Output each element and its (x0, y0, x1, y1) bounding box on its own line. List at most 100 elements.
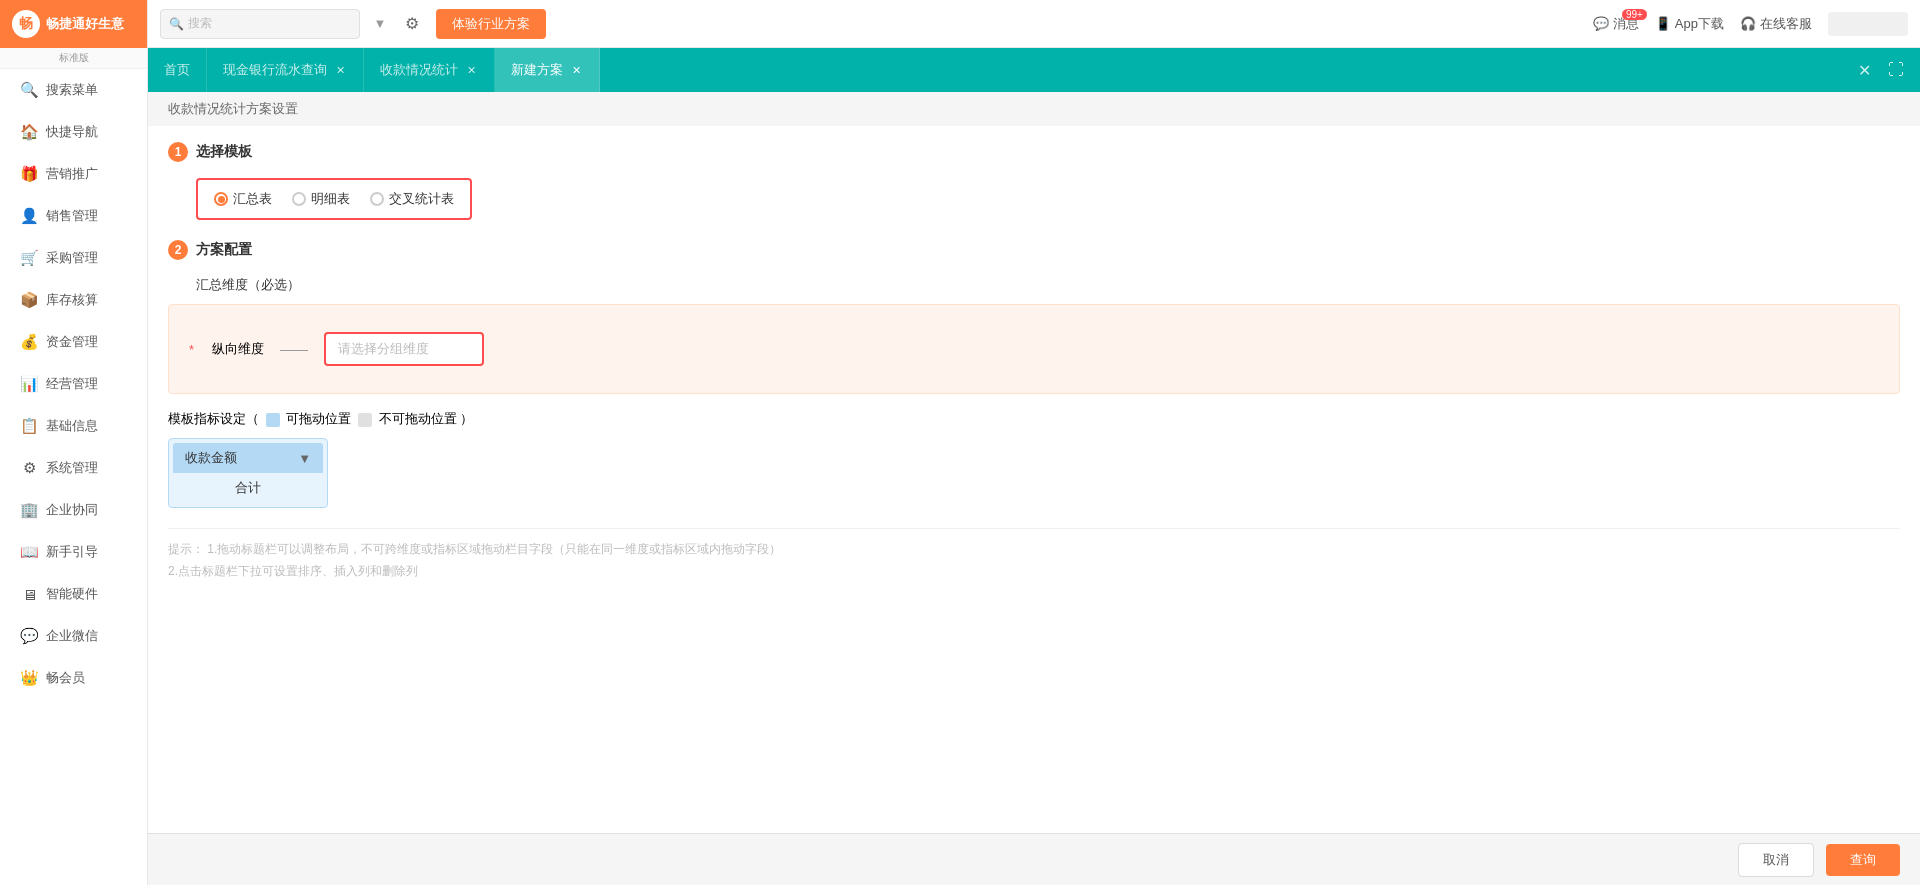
online-service-btn[interactable]: 🎧 在线客服 (1740, 15, 1812, 33)
metrics-header-chevron[interactable]: ▼ (298, 451, 311, 466)
sidebar-item-label: 营销推广 (46, 165, 98, 183)
breadcrumb: 收款情况统计方案设置 (148, 92, 1920, 126)
metrics-label-row: 模板指标设定（ 可拖动位置 不可拖动位置 ） (168, 410, 1900, 428)
app-download-btn[interactable]: 📱 App下载 (1655, 15, 1724, 33)
sidebar-item-purchase[interactable]: 🛒 采购管理 (0, 237, 147, 279)
tab-collection-stats-close[interactable]: ✕ (464, 63, 478, 77)
notification-count: 99+ (1622, 9, 1647, 20)
service-icon: 🎧 (1740, 16, 1756, 31)
template-select-box: 汇总表 明细表 交叉统计表 (196, 178, 472, 220)
expand-btn[interactable]: ⛶ (1884, 58, 1908, 82)
section1-title: 选择模板 (196, 143, 252, 161)
sidebar-item-label: 智能硬件 (46, 585, 98, 603)
newbie-icon: 📖 (20, 543, 38, 561)
sidebar-item-label: 资金管理 (46, 333, 98, 351)
user-info-bar[interactable] (1828, 12, 1908, 36)
purchase-icon: 🛒 (20, 249, 38, 267)
basic-info-icon: 📋 (20, 417, 38, 435)
sidebar-item-newbie[interactable]: 📖 新手引导 (0, 531, 147, 573)
tab-new-plan-close[interactable]: ✕ (569, 63, 583, 77)
tab-home[interactable]: 首页 (148, 48, 207, 92)
quick-nav-icon: 🏠 (20, 123, 38, 141)
radio-summary-label: 汇总表 (233, 190, 272, 208)
message-icon: 💬 (1593, 16, 1609, 31)
section2-number: 2 (168, 240, 188, 260)
tab-home-label: 首页 (164, 61, 190, 79)
tip-2: 2.点击标题栏下拉可设置排序、插入列和删除列 (168, 561, 1900, 583)
radio-summary[interactable]: 汇总表 (214, 190, 272, 208)
undraggable-dot (358, 413, 372, 427)
dimension-select[interactable]: 请选择分组维度 (324, 332, 484, 366)
inventory-icon: 📦 (20, 291, 38, 309)
metrics-section-title: 模板指标设定（ 可拖动位置 不可拖动位置 ） (168, 410, 473, 428)
radio-cross[interactable]: 交叉统计表 (370, 190, 454, 208)
sidebar-item-sales[interactable]: 👤 销售管理 (0, 195, 147, 237)
dimension-area: * 纵向维度 —— 请选择分组维度 (168, 304, 1900, 394)
metrics-table: 收款金额 ▼ 合计 (168, 438, 328, 508)
sidebar-item-operations[interactable]: 📊 经营管理 (0, 363, 147, 405)
dropdown-btn[interactable]: ▼ (368, 12, 392, 36)
tabbar: 首页 现金银行流水查询 ✕ 收款情况统计 ✕ 新建方案 ✕ ✕ ⛶ (148, 48, 1920, 92)
metrics-header-label: 收款金额 (185, 449, 237, 467)
radio-cross-label: 交叉统计表 (389, 190, 454, 208)
sidebar-item-capital[interactable]: 💰 资金管理 (0, 321, 147, 363)
sidebar-item-label: 企业协同 (46, 501, 98, 519)
sidebar-item-label: 采购管理 (46, 249, 98, 267)
sidebar-item-marketing[interactable]: 🎁 营销推广 (0, 153, 147, 195)
close-all-btn[interactable]: ✕ (1852, 58, 1876, 82)
sidebar-item-system[interactable]: ⚙ 系统管理 (0, 447, 147, 489)
radio-summary-circle (214, 192, 228, 206)
metrics-header[interactable]: 收款金额 ▼ (173, 443, 323, 473)
sidebar-item-enterprise-wechat[interactable]: 💬 企业微信 (0, 615, 147, 657)
dimension-row: * 纵向维度 —— 请选择分组维度 (189, 332, 484, 366)
section1-header: 1 选择模板 (168, 142, 1900, 162)
tab-new-plan[interactable]: 新建方案 ✕ (495, 48, 600, 92)
sidebar-item-basic-info[interactable]: 📋 基础信息 (0, 405, 147, 447)
notification-badge[interactable]: 💬 消息 99+ (1593, 15, 1639, 33)
sidebar-item-search-menu[interactable]: 🔍 搜索菜单 (0, 69, 147, 111)
vertical-dimension-label: 纵向维度 (212, 340, 264, 358)
tab-bank-flow-label: 现金银行流水查询 (223, 61, 327, 79)
section2-body: 汇总维度（必选） * 纵向维度 —— 请选择分组维度 (168, 276, 1900, 592)
sidebar-item-label: 系统管理 (46, 459, 98, 477)
tip-1: 提示： 1.拖动标题栏可以调整布局，不可跨维度或指标区域拖动栏目字段（只能在同一… (168, 539, 1900, 561)
sidebar-item-label: 畅会员 (46, 669, 85, 687)
app-download-label: App下载 (1675, 15, 1724, 33)
sidebar-item-label: 库存核算 (46, 291, 98, 309)
sidebar-item-inventory[interactable]: 📦 库存核算 (0, 279, 147, 321)
page-inner: 1 选择模板 汇总表 明细表 交叉统计表 2 (148, 126, 1920, 833)
member-icon: 👑 (20, 669, 38, 687)
required-star: * (189, 342, 194, 357)
sidebar-item-quick-nav[interactable]: 🏠 快捷导航 (0, 111, 147, 153)
search-menu-icon: 🔍 (20, 81, 38, 99)
radio-detail[interactable]: 明细表 (292, 190, 350, 208)
sidebar-item-enterprise[interactable]: 🏢 企业协同 (0, 489, 147, 531)
sidebar-item-label: 企业微信 (46, 627, 98, 645)
dimension-label: 汇总维度（必选） (196, 276, 1900, 294)
search-icon: 🔍 (169, 17, 184, 31)
trial-button[interactable]: 体验行业方案 (436, 9, 546, 39)
metrics-table-wrapper: 模板指标设定（ ） 收款金额 ▼ 合计 (168, 438, 1900, 508)
metrics-section: 模板指标设定（ 可拖动位置 不可拖动位置 ） 模板指标设定（ ） (168, 410, 1900, 508)
radio-cross-circle (370, 192, 384, 206)
sidebar-item-smart-hw[interactable]: 🖥 智能硬件 (0, 573, 147, 615)
search-placeholder: 搜索 (188, 15, 212, 32)
search-box[interactable]: 🔍 搜索 (160, 9, 360, 39)
radio-detail-label: 明细表 (311, 190, 350, 208)
main-area: 🔍 搜索 ▼ ⚙ 体验行业方案 💬 消息 99+ 📱 App下载 🎧 在线客服 (148, 0, 1920, 885)
online-service-label: 在线客服 (1760, 15, 1812, 33)
tab-bank-flow[interactable]: 现金银行流水查询 ✕ (207, 48, 364, 92)
sidebar: 畅 畅捷通好生意 标准版 🔍 搜索菜单 🏠 快捷导航 🎁 营销推广 👤 销售管理… (0, 0, 148, 885)
logo-text: 畅捷通好生意 (46, 16, 124, 32)
sidebar-item-label: 搜索菜单 (46, 81, 98, 99)
enterprise-wechat-icon: 💬 (20, 627, 38, 645)
cancel-button[interactable]: 取消 (1738, 843, 1814, 877)
gear-icon[interactable]: ⚙ (400, 12, 424, 36)
sidebar-item-member[interactable]: 👑 畅会员 (0, 657, 147, 699)
section2-header: 2 方案配置 (168, 240, 1900, 260)
tab-bank-flow-close[interactable]: ✕ (333, 63, 347, 77)
tab-collection-stats[interactable]: 收款情况统计 ✕ (364, 48, 495, 92)
query-button[interactable]: 查询 (1826, 844, 1900, 876)
logo-icon: 畅 (12, 10, 40, 38)
sidebar-logo: 畅 畅捷通好生意 (0, 0, 147, 48)
